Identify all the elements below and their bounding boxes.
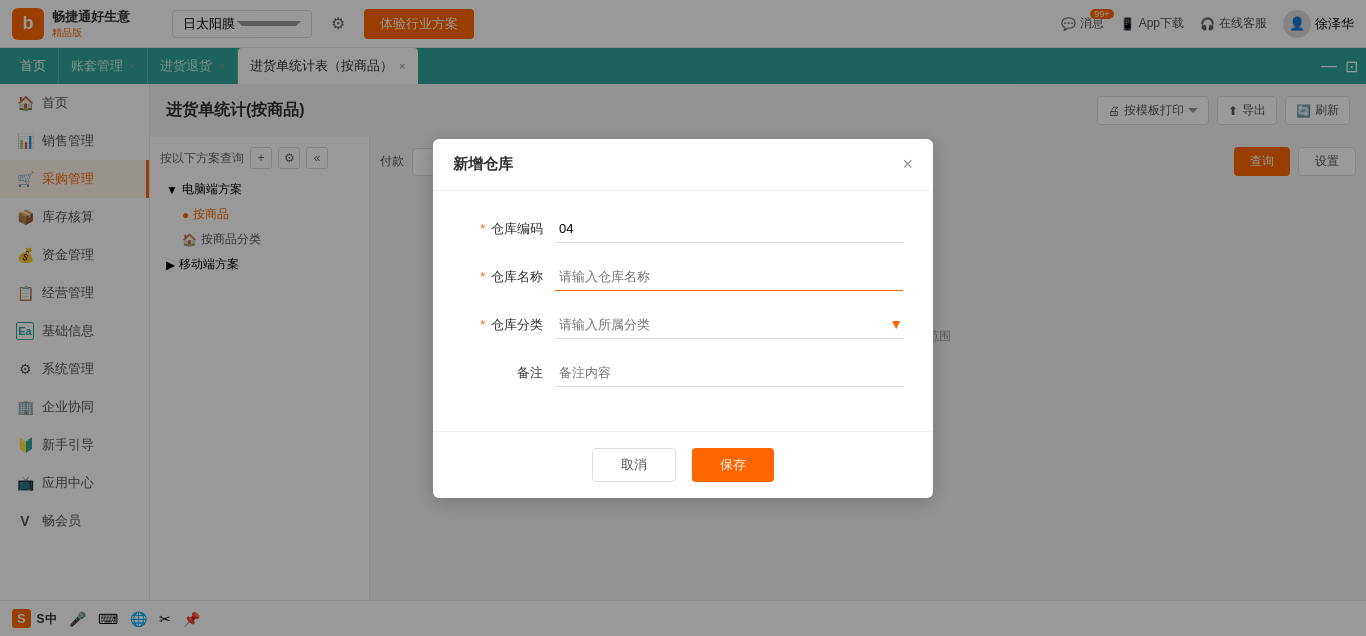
dialog-title: 新增仓库: [453, 155, 902, 174]
code-label: * 仓库编码: [463, 220, 543, 238]
dialog-footer: 取消 保存: [433, 431, 933, 498]
category-required-star: *: [480, 317, 485, 332]
name-input[interactable]: [555, 263, 903, 291]
dialog-add-warehouse: 新增仓库 × * 仓库编码 * 仓库名称: [433, 139, 933, 498]
modal-overlay: 新增仓库 × * 仓库编码 * 仓库名称: [0, 0, 1366, 636]
form-row-code: * 仓库编码: [463, 215, 903, 243]
category-select-wrap: ▼: [555, 311, 903, 339]
category-dropdown-icon[interactable]: ▼: [889, 316, 903, 332]
save-button[interactable]: 保存: [692, 448, 774, 482]
name-required-star: *: [480, 269, 485, 284]
category-input[interactable]: [555, 311, 889, 338]
dialog-body: * 仓库编码 * 仓库名称 * 仓库分类: [433, 191, 933, 431]
note-label: 备注: [463, 364, 543, 382]
form-row-note: 备注: [463, 359, 903, 387]
code-required-star: *: [480, 221, 485, 236]
dialog-header: 新增仓库 ×: [433, 139, 933, 191]
category-label: * 仓库分类: [463, 316, 543, 334]
note-input[interactable]: [555, 359, 903, 387]
form-row-name: * 仓库名称: [463, 263, 903, 291]
dialog-close-button[interactable]: ×: [902, 155, 913, 173]
code-input[interactable]: [555, 215, 903, 243]
form-row-category: * 仓库分类 ▼: [463, 311, 903, 339]
name-label: * 仓库名称: [463, 268, 543, 286]
cancel-button[interactable]: 取消: [592, 448, 676, 482]
